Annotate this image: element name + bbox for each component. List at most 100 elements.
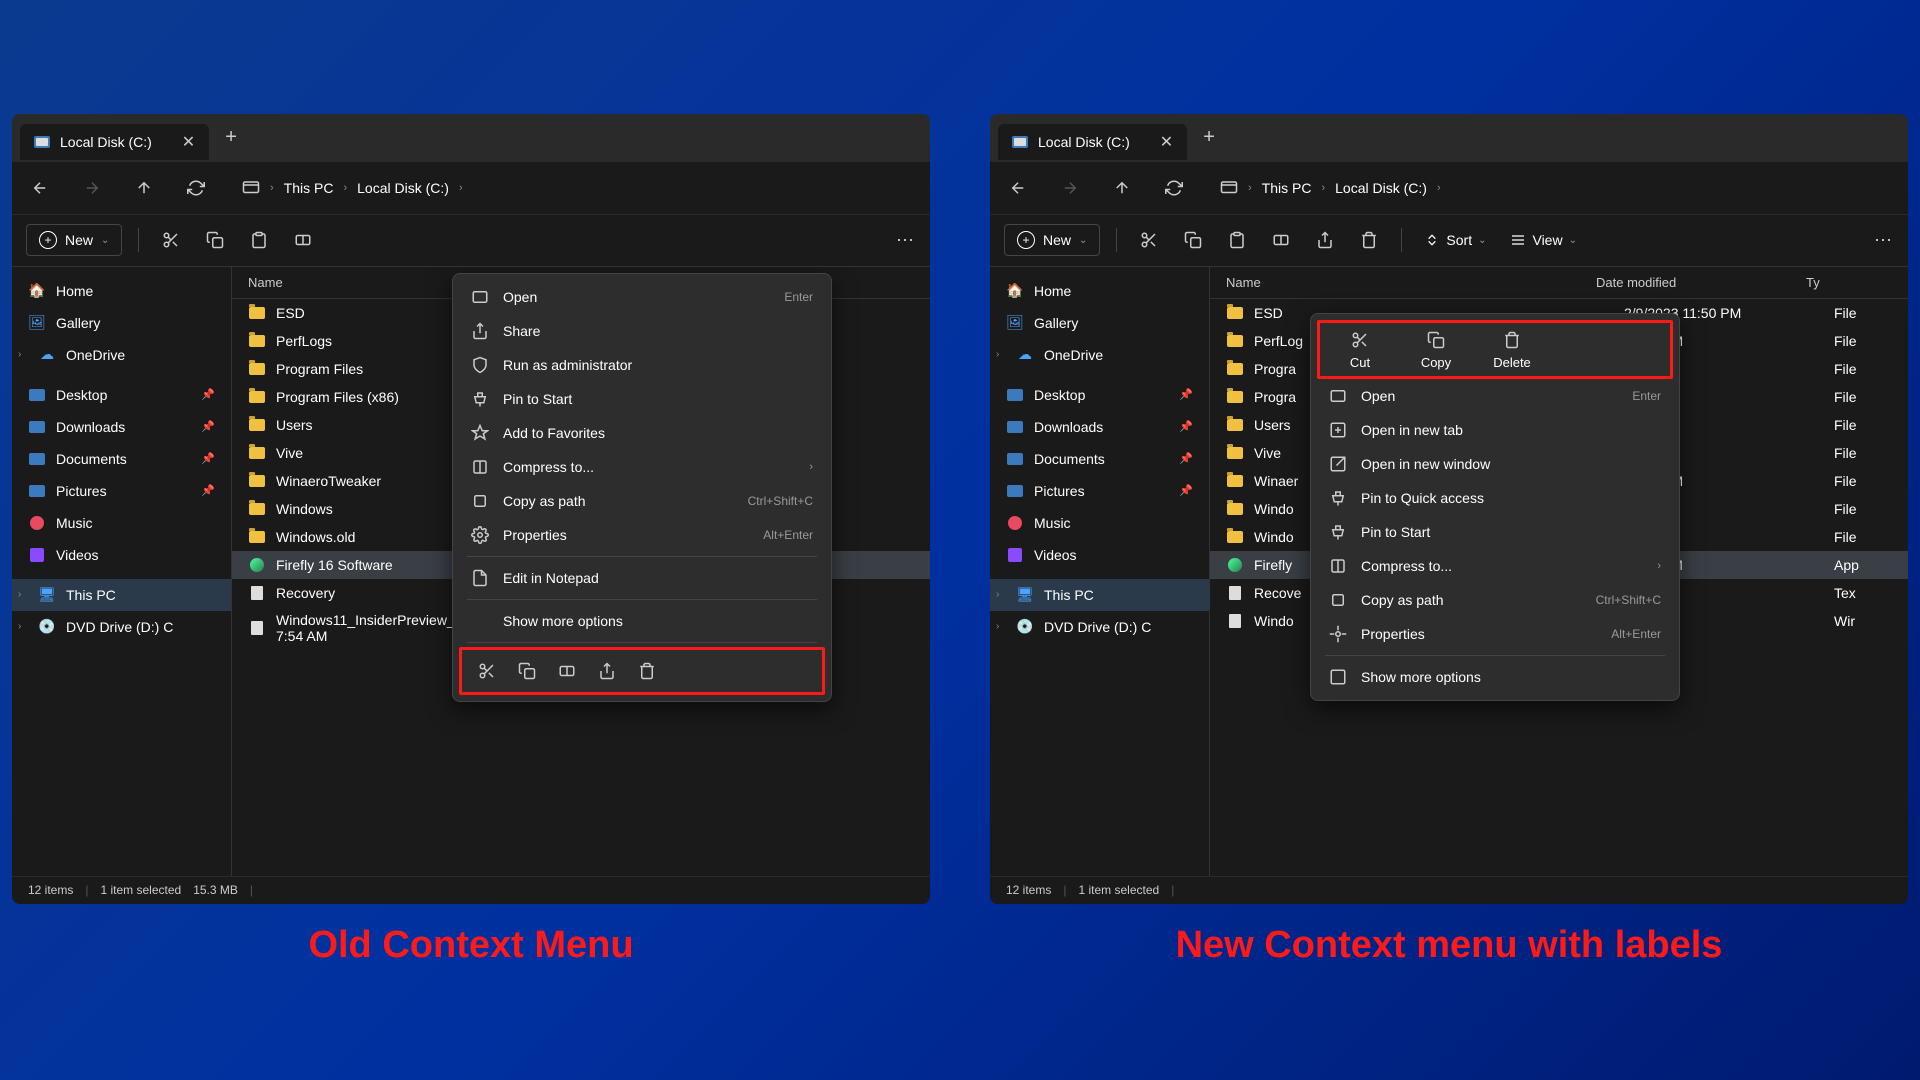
ctx-copypath[interactable]: Copy as pathCtrl+Shift+C (1317, 583, 1673, 617)
sidebar-music[interactable]: Music (990, 507, 1209, 539)
forward-button[interactable] (76, 172, 108, 204)
ctx-open[interactable]: OpenEnter (1317, 379, 1673, 413)
new-button[interactable]: + New ⌄ (1004, 224, 1100, 256)
refresh-button[interactable] (180, 172, 212, 204)
tab-local-disk[interactable]: Local Disk (C:) ✕ (998, 124, 1187, 160)
col-name[interactable]: Name (1226, 275, 1596, 290)
caption-old: Old Context Menu (12, 924, 930, 967)
rename-icon[interactable] (554, 658, 580, 684)
new-tab-button[interactable]: + (225, 126, 237, 149)
sidebar-desktop[interactable]: Desktop📌 (12, 379, 231, 411)
new-button[interactable]: + New ⌄ (26, 224, 122, 256)
navbar: › This PC › Local Disk (C:) › (12, 162, 930, 214)
sidebar-onedrive[interactable]: ›☁OneDrive (12, 339, 231, 371)
sidebar-videos[interactable]: Videos (12, 539, 231, 571)
breadcrumb[interactable]: › This PC › Local Disk (C:) › (242, 179, 463, 197)
delete-icon[interactable] (1353, 224, 1385, 256)
ctx-copy-labeled[interactable]: Copy (1408, 329, 1464, 370)
ctx-more[interactable]: Show more options (1317, 660, 1673, 694)
ctx-compress[interactable]: Compress to...› (459, 450, 825, 484)
copy-icon[interactable] (514, 658, 540, 684)
ctx-share[interactable]: Share (459, 314, 825, 348)
sidebar-thispc[interactable]: ›🖥This PC (990, 579, 1209, 611)
sort-button[interactable]: Sort⌄ (1418, 228, 1492, 252)
back-button[interactable] (1002, 172, 1034, 204)
file-type: Wir (1834, 613, 1892, 629)
new-label: New (65, 232, 93, 248)
ctx-open[interactable]: OpenEnter (459, 280, 825, 314)
tab-title: Local Disk (C:) (60, 134, 152, 150)
up-button[interactable] (128, 172, 160, 204)
ctx-compress[interactable]: Compress to...› (1317, 549, 1673, 583)
breadcrumb[interactable]: › This PC › Local Disk (C:) › (1220, 179, 1441, 197)
column-header[interactable]: Name Date modified Ty (1210, 267, 1908, 299)
crumb-drive[interactable]: Local Disk (C:) (1335, 180, 1427, 196)
col-type[interactable]: Ty (1806, 275, 1892, 290)
ctx-newwindow[interactable]: Open in new window (1317, 447, 1673, 481)
ctx-pinstart[interactable]: Pin to Start (459, 382, 825, 416)
delete-icon[interactable] (634, 658, 660, 684)
sidebar-onedrive[interactable]: ›☁OneDrive (990, 339, 1209, 371)
sidebar-videos[interactable]: Videos (990, 539, 1209, 571)
file-icon (1226, 528, 1244, 546)
file-icon (1226, 612, 1244, 630)
status-selected: 1 item selected (1078, 883, 1159, 897)
share-icon[interactable] (1309, 224, 1341, 256)
ctx-notepad[interactable]: Edit in Notepad (459, 561, 825, 595)
col-date[interactable]: Date modified (1596, 275, 1806, 290)
sidebar-music[interactable]: Music (12, 507, 231, 539)
view-button[interactable]: View⌄ (1504, 228, 1582, 252)
ctx-newtab[interactable]: Open in new tab (1317, 413, 1673, 447)
crumb-drive[interactable]: Local Disk (C:) (357, 180, 449, 196)
more-button[interactable]: ⋯ (1874, 230, 1894, 251)
new-tab-button[interactable]: + (1203, 126, 1215, 149)
sidebar-thispc[interactable]: ›🖥This PC (12, 579, 231, 611)
rename-icon[interactable] (1265, 224, 1297, 256)
back-button[interactable] (24, 172, 56, 204)
sidebar-documents[interactable]: Documents📌 (12, 443, 231, 475)
ctx-properties[interactable]: PropertiesAlt+Enter (1317, 617, 1673, 651)
ctx-favorites[interactable]: Add to Favorites (459, 416, 825, 450)
paste-icon[interactable] (1221, 224, 1253, 256)
share-icon[interactable] (594, 658, 620, 684)
more-button[interactable]: ⋯ (896, 230, 916, 251)
sidebar-downloads[interactable]: Downloads📌 (990, 411, 1209, 443)
sidebar-gallery[interactable]: 🖼Gallery (12, 307, 231, 339)
cut-icon[interactable] (155, 224, 187, 256)
sidebar-pictures[interactable]: Pictures📌 (990, 475, 1209, 507)
sidebar-pictures[interactable]: Pictures📌 (12, 475, 231, 507)
ctx-delete-labeled[interactable]: Delete (1484, 329, 1540, 370)
cut-icon[interactable] (1133, 224, 1165, 256)
close-tab-icon[interactable]: ✕ (182, 132, 195, 152)
ctx-more[interactable]: Show more options (459, 604, 825, 638)
ctx-cut-labeled[interactable]: Cut (1332, 329, 1388, 370)
file-icon (248, 619, 266, 637)
crumb-thispc[interactable]: This PC (284, 180, 334, 196)
cut-icon[interactable] (474, 658, 500, 684)
ctx-runas[interactable]: Run as administrator (459, 348, 825, 382)
file-pane: Name Date modified Ty ESD2/9/2023 11:50 … (1210, 267, 1908, 876)
sidebar-home[interactable]: 🏠Home (990, 275, 1209, 307)
sidebar-home[interactable]: 🏠Home (12, 275, 231, 307)
crumb-thispc[interactable]: This PC (1262, 180, 1312, 196)
sidebar-downloads[interactable]: Downloads📌 (12, 411, 231, 443)
forward-button[interactable] (1054, 172, 1086, 204)
file-icon (248, 416, 266, 434)
copy-icon[interactable] (199, 224, 231, 256)
ctx-copypath[interactable]: Copy as pathCtrl+Shift+C (459, 484, 825, 518)
ctx-pinquick[interactable]: Pin to Quick access (1317, 481, 1673, 515)
sidebar-gallery[interactable]: 🖼Gallery (990, 307, 1209, 339)
up-button[interactable] (1106, 172, 1138, 204)
close-tab-icon[interactable]: ✕ (1160, 132, 1173, 152)
copy-icon[interactable] (1177, 224, 1209, 256)
ctx-pinstart[interactable]: Pin to Start (1317, 515, 1673, 549)
sidebar-desktop[interactable]: Desktop📌 (990, 379, 1209, 411)
refresh-button[interactable] (1158, 172, 1190, 204)
ctx-properties[interactable]: PropertiesAlt+Enter (459, 518, 825, 552)
paste-icon[interactable] (243, 224, 275, 256)
tab-local-disk[interactable]: Local Disk (C:) ✕ (20, 124, 209, 160)
sidebar-documents[interactable]: Documents📌 (990, 443, 1209, 475)
rename-icon[interactable] (287, 224, 319, 256)
sidebar-dvd[interactable]: ›💿DVD Drive (D:) C (990, 611, 1209, 643)
sidebar-dvd[interactable]: ›💿DVD Drive (D:) C (12, 611, 231, 643)
